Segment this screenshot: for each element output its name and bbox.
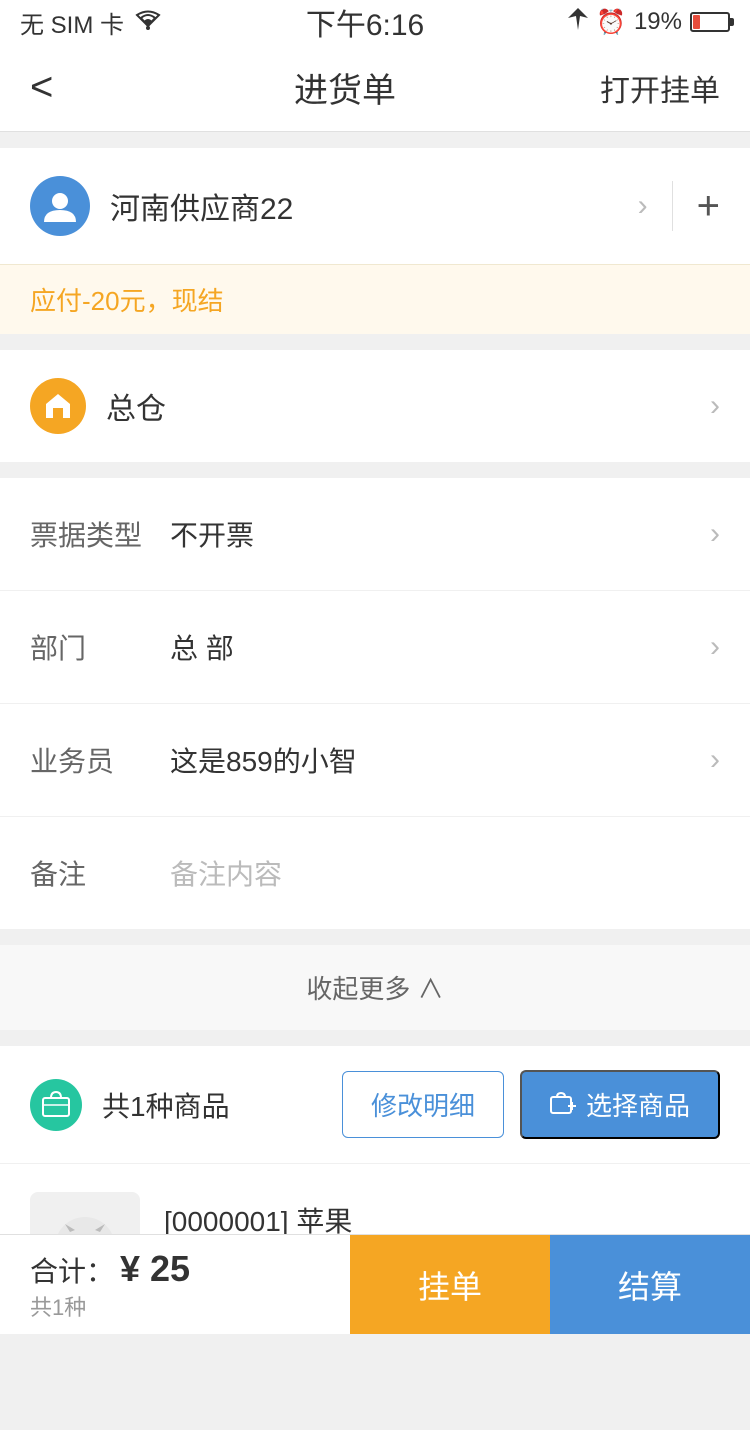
invoice-type-row[interactable]: 票据类型 不开票 › — [0, 478, 750, 591]
supplier-divider — [672, 181, 673, 231]
carrier-label: 无 SIM 卡 — [20, 5, 124, 40]
total-amount: ¥ 25 — [120, 1248, 190, 1290]
product-header: 共1种商品 修改明细 选择商品 — [0, 1046, 750, 1164]
collapse-label: 收起更多 ∧ — [306, 974, 443, 1004]
status-bar: 无 SIM 卡 下午6:16 ⏰ 19% — [0, 0, 750, 44]
select-product-label: 选择商品 — [586, 1086, 690, 1123]
status-bar-left: 无 SIM 卡 — [20, 5, 162, 40]
edit-detail-button[interactable]: 修改明细 — [342, 1071, 504, 1138]
location-icon — [568, 8, 588, 37]
remark-label: 备注 — [30, 853, 170, 893]
salesperson-value: 这是859的小智 — [170, 740, 710, 780]
invoice-type-label: 票据类型 — [30, 514, 170, 554]
salesperson-row[interactable]: 业务员 这是859的小智 › — [0, 704, 750, 817]
status-bar-right: ⏰ 19% — [568, 8, 730, 37]
salesperson-chevron: › — [710, 743, 720, 777]
form-section: 票据类型 不开票 › 部门 总 部 › 业务员 这是859的小智 › 备注 备注… — [0, 478, 750, 929]
department-chevron: › — [710, 630, 720, 664]
total-label: 合计： — [30, 1250, 114, 1290]
wifi-icon — [134, 8, 162, 37]
warehouse-section: 总仓 › — [0, 350, 750, 462]
warehouse-chevron-icon: › — [710, 389, 720, 423]
invoice-type-value: 不开票 — [170, 514, 710, 554]
back-button[interactable]: < — [30, 65, 90, 110]
warehouse-icon — [30, 378, 86, 434]
checkout-button[interactable]: 结算 — [550, 1235, 750, 1334]
supplier-row[interactable]: 河南供应商22 › + — [0, 148, 750, 264]
product-count: 共1种商品 — [102, 1085, 342, 1125]
bottom-bar: 合计： ¥ 25 共1种 挂单 结算 — [0, 1234, 750, 1334]
page-title: 进货单 — [90, 63, 600, 112]
total-section: 合计： ¥ 25 共1种 — [0, 1235, 350, 1334]
remark-row[interactable]: 备注 备注内容 — [0, 817, 750, 929]
supplier-name: 河南供应商22 — [110, 184, 638, 228]
warehouse-row[interactable]: 总仓 › — [0, 350, 750, 462]
select-product-button[interactable]: 选择商品 — [520, 1070, 720, 1139]
collapse-button[interactable]: 收起更多 ∧ — [0, 945, 750, 1030]
add-supplier-button[interactable]: + — [697, 184, 720, 229]
remark-placeholder[interactable]: 备注内容 — [170, 853, 720, 893]
status-bar-time: 下午6:16 — [306, 0, 424, 44]
warehouse-name: 总仓 — [106, 384, 710, 428]
open-hang-button[interactable]: 打开挂单 — [600, 66, 720, 110]
invoice-type-chevron: › — [710, 517, 720, 551]
product-code: [0000001] 苹果 — [164, 1206, 352, 1237]
salesperson-label: 业务员 — [30, 740, 170, 780]
department-row[interactable]: 部门 总 部 › — [0, 591, 750, 704]
battery-label: 19% — [634, 8, 682, 36]
product-header-icon — [30, 1079, 82, 1131]
alarm-icon: ⏰ — [596, 8, 626, 37]
total-count: 共1种 — [30, 1290, 320, 1322]
nav-bar: < 进货单 打开挂单 — [0, 44, 750, 132]
supplier-section: 河南供应商22 › + 应付-20元，现结 — [0, 148, 750, 334]
department-label: 部门 — [30, 627, 170, 667]
supplier-avatar — [30, 176, 90, 236]
battery-icon — [690, 12, 730, 32]
department-value: 总 部 — [170, 627, 710, 667]
payment-hint: 应付-20元，现结 — [0, 264, 750, 334]
supplier-chevron-icon: › — [638, 189, 648, 223]
hang-button[interactable]: 挂单 — [350, 1235, 550, 1334]
